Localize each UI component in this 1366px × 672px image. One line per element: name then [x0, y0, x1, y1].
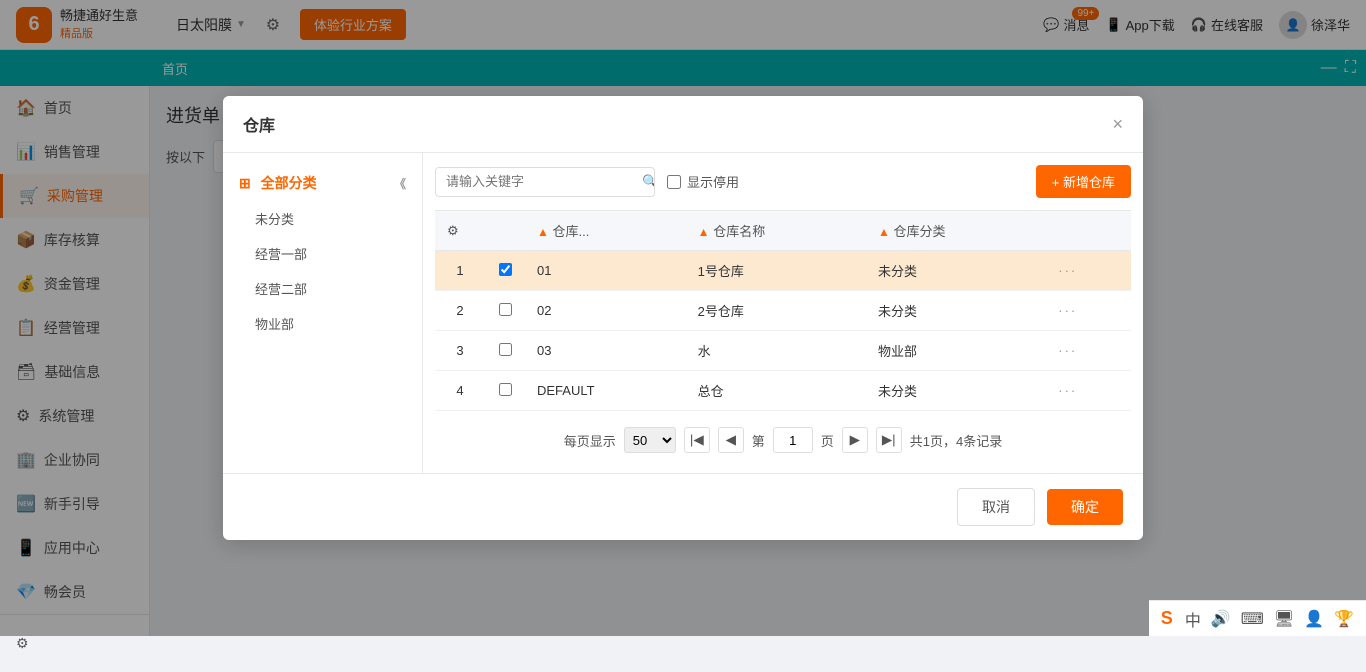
- all-categories-label: 全部分类: [261, 175, 317, 191]
- total-info: 共1页，4条记录: [910, 431, 1002, 450]
- search-button[interactable]: 🔍: [632, 168, 655, 196]
- row-actions[interactable]: ···: [1046, 291, 1131, 331]
- row-checkbox[interactable]: [499, 263, 512, 276]
- per-page-label: 每页显示: [564, 431, 616, 450]
- settings-icon: ⚙: [16, 635, 29, 652]
- warehouse-table: ⚙ ▲ 仓库... ▲ 仓库名称: [435, 210, 1131, 411]
- all-categories-item[interactable]: ⊞ 全部分类 《: [223, 165, 422, 201]
- modal-title: 仓库: [243, 112, 275, 136]
- col-check-header: [485, 211, 525, 251]
- sort-icon-name: ▲: [698, 225, 710, 239]
- modal-footer: 取消 确定: [223, 473, 1143, 540]
- modal-close-button[interactable]: ×: [1112, 114, 1123, 135]
- show-disabled-checkbox[interactable]: [667, 175, 681, 189]
- pagination: 每页显示 50 100 |◀ ◀ 第 页 ▶ ▶| 共1页，4条记录: [435, 411, 1131, 461]
- row-actions[interactable]: ···: [1046, 371, 1131, 411]
- show-disabled-label: 显示停用: [667, 172, 739, 191]
- row-category: 物业部: [866, 331, 1046, 371]
- last-page-button[interactable]: ▶|: [876, 427, 902, 453]
- category-item-uncategorized[interactable]: 未分类: [223, 201, 422, 236]
- trophy-icon[interactable]: 🏆: [1334, 609, 1354, 629]
- table-toolbar: 🔍 显示停用 + 新增仓库: [435, 165, 1131, 198]
- cancel-button[interactable]: 取消: [957, 488, 1035, 526]
- col-code-header[interactable]: ▲ 仓库...: [525, 211, 686, 251]
- table-row[interactable]: 3 03 水 物业部 ···: [435, 331, 1131, 371]
- row-checkbox-cell[interactable]: [485, 331, 525, 371]
- table-header: ⚙ ▲ 仓库... ▲ 仓库名称: [435, 211, 1131, 251]
- row-index: 2: [435, 291, 485, 331]
- col-name-header[interactable]: ▲ 仓库名称: [686, 211, 866, 251]
- row-code: 03: [525, 331, 686, 371]
- col-category-header[interactable]: ▲ 仓库分类: [866, 211, 1046, 251]
- prev-page-button[interactable]: ◀: [718, 427, 744, 453]
- bottom-logo: S: [1161, 608, 1173, 629]
- first-page-button[interactable]: |◀: [684, 427, 710, 453]
- row-code: 02: [525, 291, 686, 331]
- modal-header: 仓库 ×: [223, 96, 1143, 153]
- bottom-bar: S 中 🔊 ⌨ 🖥 👤 🏆: [1149, 600, 1366, 636]
- audio-icon[interactable]: 🔊: [1211, 609, 1231, 629]
- grid-icon: ⊞: [239, 175, 251, 191]
- search-input[interactable]: [436, 168, 632, 195]
- show-disabled-text: 显示停用: [687, 172, 739, 191]
- next-page-button[interactable]: ▶: [842, 427, 868, 453]
- confirm-button[interactable]: 确定: [1047, 489, 1123, 525]
- category-item-dept1[interactable]: 经营一部: [223, 236, 422, 271]
- row-checkbox[interactable]: [499, 383, 512, 396]
- per-page-select[interactable]: 50 100: [624, 427, 676, 453]
- row-name: 总仓: [686, 371, 866, 411]
- sort-icon-cat: ▲: [878, 225, 890, 239]
- sort-icon: ▲: [537, 225, 549, 239]
- row-category: 未分类: [866, 371, 1046, 411]
- row-checkbox-cell[interactable]: [485, 291, 525, 331]
- page-suffix: 页: [821, 431, 834, 450]
- col-actions-header: [1046, 211, 1131, 251]
- modal-overlay: 仓库 × ⊞ 全部分类 《 未分类 经营一部 经营二部 物业部: [0, 0, 1366, 636]
- row-name: 2号仓库: [686, 291, 866, 331]
- row-name: 水: [686, 331, 866, 371]
- category-panel: ⊞ 全部分类 《 未分类 经营一部 经营二部 物业部: [223, 153, 423, 473]
- collapse-icon[interactable]: 《: [394, 175, 406, 192]
- col-gear-header[interactable]: ⚙: [435, 211, 485, 251]
- row-checkbox-cell[interactable]: [485, 251, 525, 291]
- search-box: 🔍: [435, 167, 655, 197]
- row-index: 4: [435, 371, 485, 411]
- category-item-dept2[interactable]: 经营二部: [223, 271, 422, 306]
- table-container: ⚙ ▲ 仓库... ▲ 仓库名称: [435, 210, 1131, 411]
- row-category: 未分类: [866, 251, 1046, 291]
- row-category: 未分类: [866, 291, 1046, 331]
- table-row[interactable]: 1 01 1号仓库 未分类 ···: [435, 251, 1131, 291]
- row-code: DEFAULT: [525, 371, 686, 411]
- page-input[interactable]: [773, 427, 813, 453]
- table-body: 1 01 1号仓库 未分类 ··· 2 02 2号仓库 未分类 ··· 3 03…: [435, 251, 1131, 411]
- row-index: 1: [435, 251, 485, 291]
- modal-body: ⊞ 全部分类 《 未分类 经营一部 经营二部 物业部 🔍: [223, 153, 1143, 473]
- warehouse-modal: 仓库 × ⊞ 全部分类 《 未分类 经营一部 经营二部 物业部: [223, 96, 1143, 540]
- row-checkbox[interactable]: [499, 343, 512, 356]
- keyboard-icon[interactable]: ⌨: [1241, 609, 1264, 629]
- bottom-icons: 中 🔊 ⌨ 🖥 👤 🏆: [1185, 607, 1354, 631]
- row-checkbox[interactable]: [499, 303, 512, 316]
- row-checkbox-cell[interactable]: [485, 371, 525, 411]
- add-warehouse-button[interactable]: + 新增仓库: [1036, 165, 1131, 198]
- row-actions[interactable]: ···: [1046, 251, 1131, 291]
- table-row[interactable]: 2 02 2号仓库 未分类 ···: [435, 291, 1131, 331]
- monitor-icon[interactable]: 🖥: [1274, 609, 1294, 629]
- page-label: 第: [752, 431, 765, 450]
- user-icon[interactable]: 👤: [1304, 609, 1324, 629]
- row-name: 1号仓库: [686, 251, 866, 291]
- table-row[interactable]: 4 DEFAULT 总仓 未分类 ···: [435, 371, 1131, 411]
- chinese-icon[interactable]: 中: [1185, 607, 1201, 631]
- row-index: 3: [435, 331, 485, 371]
- table-panel: 🔍 显示停用 + 新增仓库 ⚙: [423, 153, 1143, 473]
- category-item-property[interactable]: 物业部: [223, 306, 422, 341]
- row-code: 01: [525, 251, 686, 291]
- row-actions[interactable]: ···: [1046, 331, 1131, 371]
